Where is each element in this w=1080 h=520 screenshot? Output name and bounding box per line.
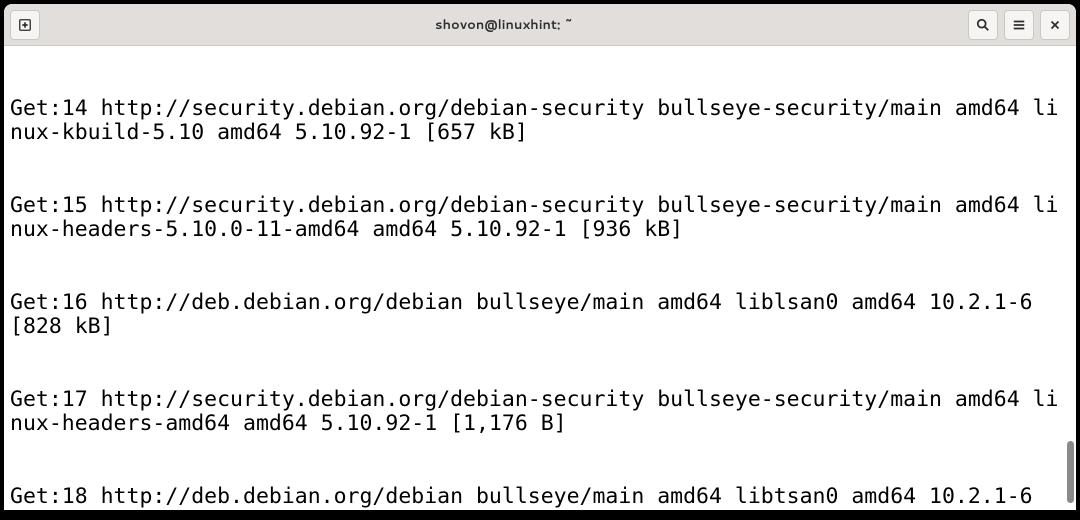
new-tab-button[interactable] <box>10 10 40 40</box>
search-button[interactable] <box>968 10 998 40</box>
new-tab-icon <box>18 18 32 32</box>
titlebar-right <box>968 10 1070 40</box>
hamburger-icon <box>1012 18 1026 32</box>
terminal-line: Get:16 http://deb.debian.org/debian bull… <box>10 291 1070 340</box>
search-icon <box>976 18 990 32</box>
titlebar-left <box>10 10 40 40</box>
terminal-line: Get:14 http://security.debian.org/debian… <box>10 97 1070 146</box>
scrollbar-thumb[interactable] <box>1067 441 1074 503</box>
titlebar: shovon@linuxhint: ~ <box>4 4 1076 46</box>
terminal-area[interactable]: Get:14 http://security.debian.org/debian… <box>4 46 1076 510</box>
terminal-line: Get:18 http://deb.debian.org/debian bull… <box>10 485 1070 510</box>
terminal-window: shovon@linuxhint: ~ <box>4 4 1076 510</box>
terminal-line: Get:15 http://security.debian.org/debian… <box>10 194 1070 243</box>
close-button[interactable] <box>1040 10 1070 40</box>
terminal-content: Get:14 http://security.debian.org/debian… <box>10 48 1070 510</box>
menu-button[interactable] <box>1004 10 1034 40</box>
window-title: shovon@linuxhint: ~ <box>40 16 968 34</box>
scrollbar[interactable] <box>1064 46 1076 510</box>
terminal-line: Get:17 http://security.debian.org/debian… <box>10 388 1070 437</box>
close-icon <box>1048 18 1062 32</box>
